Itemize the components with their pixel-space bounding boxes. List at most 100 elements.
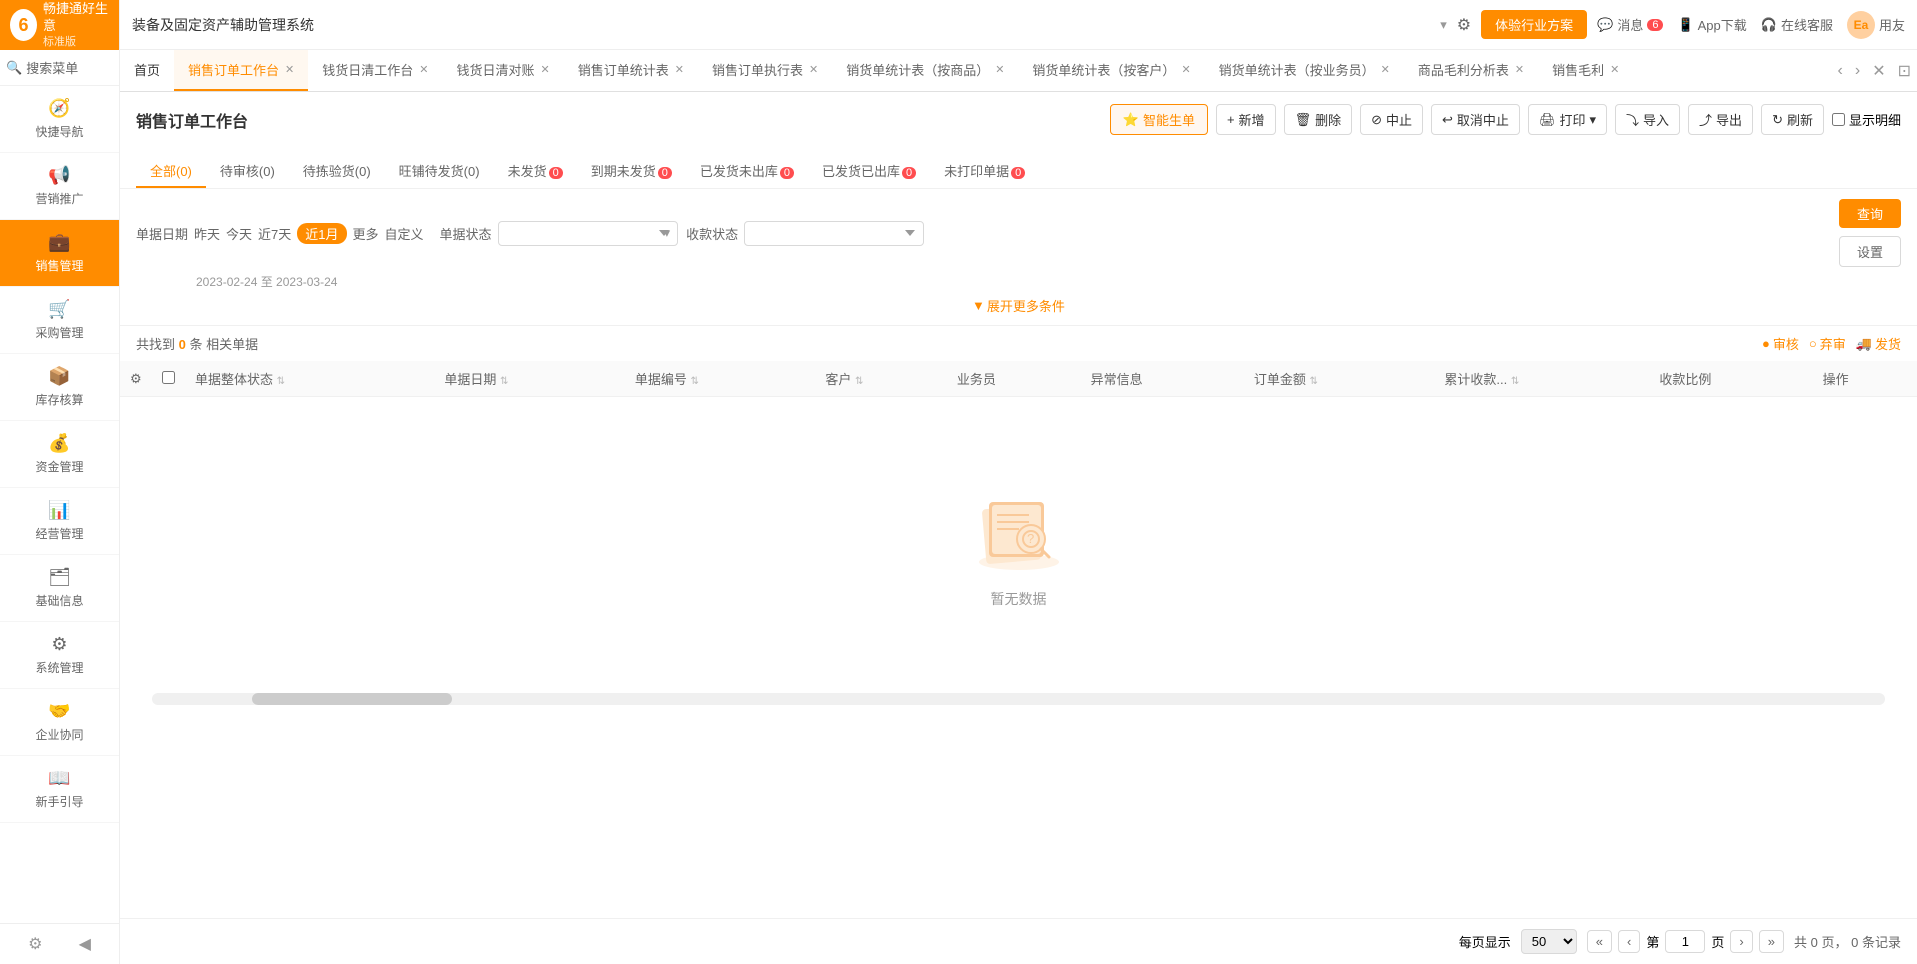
prev-page-btn[interactable]: ‹ [1618,930,1640,953]
tab-staff-stats[interactable]: 销货单统计表（按业务员）✕ [1205,50,1404,91]
col-settings[interactable]: ⚙ [120,361,152,397]
sidebar-item-inventory[interactable]: 📦 库存核算 [0,354,119,421]
tabs-scroll-right[interactable]: › [1849,62,1866,80]
tab-close-profit-analysis[interactable]: ✕ [1515,63,1524,76]
result-count: 0 [179,337,186,352]
col-checkbox[interactable] [152,361,185,397]
sidebar-item-system[interactable]: ⚙ 系统管理 [0,622,119,689]
print-btn[interactable]: 🖨 打印 ▾ [1528,104,1607,135]
tab-close-sales-profit[interactable]: ✕ [1610,63,1619,76]
sidebar-item-enterprise[interactable]: 🤝 企业协同 [0,689,119,756]
date-shortcut-更多[interactable]: 更多 [353,224,379,243]
collapse-icon[interactable]: ◀ [79,934,91,954]
query-btn[interactable]: 查询 [1839,199,1901,228]
tab-sales-exec[interactable]: 销售订单执行表✕ [698,50,832,91]
sub-tab-2[interactable]: 待拣验货(0) [289,155,385,188]
expand-filter-btn[interactable]: ▼ 展开更多条件 [972,296,1065,315]
topbar-settings-icon[interactable]: ⚙ [1457,15,1471,35]
last-page-btn[interactable]: » [1759,930,1784,953]
tab-close-cash-clear[interactable]: ✕ [419,63,428,76]
dropdown-arrow[interactable]: ▾ [1440,17,1447,33]
sidebar-item-operations[interactable]: 📊 经营管理 [0,488,119,555]
sub-tab-0[interactable]: 全部(0) [136,155,206,188]
date-shortcut-昨天[interactable]: 昨天 [194,224,220,243]
horizontal-scrollbar[interactable] [152,693,1885,705]
sort-icon[interactable]: ⇅ [277,376,285,387]
tab-close-sales-workbench[interactable]: ✕ [285,63,294,76]
select-all-checkbox[interactable] [162,371,175,384]
first-page-btn[interactable]: « [1587,930,1612,953]
sub-tab-1[interactable]: 待审核(0) [206,155,289,188]
tab-close-cash-reconcile[interactable]: ✕ [541,63,550,76]
online-service-action[interactable]: 🎧 在线客服 [1761,15,1833,34]
add-btn[interactable]: + 新增 [1216,104,1276,135]
tab-goods-stats[interactable]: 销货单统计表（按商品）✕ [832,50,1018,91]
plus-icon: + [1227,112,1235,127]
tab-close-goods-stats[interactable]: ✕ [995,63,1004,76]
tabs-scroll-left[interactable]: ‹ [1832,62,1849,80]
page-size-select[interactable]: 10 20 50 100 [1521,929,1577,954]
delete-btn[interactable]: 🗑 删除 [1284,104,1353,135]
next-page-btn[interactable]: › [1730,930,1752,953]
tabs-close-all[interactable]: ✕ [1866,61,1891,81]
tab-sales-stats[interactable]: 销售订单统计表✕ [564,50,698,91]
smart-btn[interactable]: ⭐ 智能生单 [1110,104,1208,135]
date-shortcut-自定义[interactable]: 自定义 [385,224,424,243]
payment-select[interactable] [744,221,924,246]
sort-icon-date[interactable]: ⇅ [500,376,508,387]
tab-close-staff-stats[interactable]: ✕ [1381,63,1390,76]
sort-icon-amount[interactable]: ⇅ [1310,376,1318,387]
date-shortcut-近7天[interactable]: 近7天 [258,224,291,243]
sidebar-search[interactable]: 🔍 搜索菜单 [0,50,119,86]
solution-btn[interactable]: 体验行业方案 [1481,10,1587,39]
sidebar-item-purchase[interactable]: 🛒 采购管理 [0,287,119,354]
status-select[interactable] [498,221,678,246]
sidebar-label-sales: 销售管理 [35,257,83,274]
sub-tab-8[interactable]: 未打印单据0 [930,155,1039,188]
tab-sales-workbench[interactable]: 销售订单工作台✕ [174,50,308,91]
show-detail-label[interactable]: 显示明细 [1832,110,1901,129]
date-shortcut-今天[interactable]: 今天 [226,224,252,243]
tab-close-customer-stats[interactable]: ✕ [1181,63,1190,76]
sort-icon-customer[interactable]: ⇅ [855,376,863,387]
import-btn[interactable]: ⤵ 导入 [1615,104,1680,135]
sub-tab-4[interactable]: 未发货0 [494,155,577,188]
sidebar-item-quick-nav[interactable]: 🧭 快捷导航 [0,86,119,153]
sidebar-item-finance[interactable]: 💰 资金管理 [0,421,119,488]
tab-cash-clear[interactable]: 钱货日清工作台✕ [308,50,442,91]
refresh-btn[interactable]: ↻ 刷新 [1761,104,1824,135]
sidebar-item-guide[interactable]: 📖 新手引导 [0,756,119,823]
tab-sales-profit[interactable]: 销售毛利✕ [1538,50,1633,91]
stop-btn[interactable]: ⊘ 中止 [1360,104,1423,135]
date-shortcut-近1月[interactable]: 近1月 [297,223,346,244]
tab-cash-reconcile[interactable]: 钱货日清对账✕ [442,50,563,91]
export-btn[interactable]: ⤴ 导出 [1688,104,1753,135]
sidebar-item-sales[interactable]: 💼 销售管理 [0,220,119,287]
tab-close-sales-exec[interactable]: ✕ [809,63,818,76]
user-action[interactable]: Ea 用友 [1847,11,1905,39]
tab-customer-stats[interactable]: 销货单统计表（按客户）✕ [1018,50,1204,91]
tab-close-sales-stats[interactable]: ✕ [675,63,684,76]
sort-icon-collected[interactable]: ⇅ [1511,376,1519,387]
sub-tab-5[interactable]: 到期未发货0 [577,155,686,188]
tab-profit-analysis[interactable]: 商品毛利分析表✕ [1404,50,1538,91]
filter-settings-btn[interactable]: 设置 [1839,236,1901,267]
page-number-input[interactable] [1665,930,1705,953]
sidebar-item-marketing[interactable]: 📢 营销推广 [0,153,119,220]
app-download-action[interactable]: 📱 App下载 [1677,15,1746,34]
tabs-maximize[interactable]: ⊡ [1892,61,1917,81]
tab-home[interactable]: 首页 [120,50,174,91]
review-btn[interactable]: ● 审核 [1762,334,1799,353]
sub-tab-3[interactable]: 旺铺待发货(0) [385,155,494,188]
message-action[interactable]: 💬 消息 6 [1597,15,1663,34]
sub-tab-7[interactable]: 已发货已出库0 [808,155,930,188]
system-title: 装备及固定资产辅助管理系统 [132,15,1430,35]
cancel-stop-btn[interactable]: ↩ 取消中止 [1431,104,1520,135]
sort-icon-number[interactable]: ⇅ [691,376,699,387]
sidebar-item-base-info[interactable]: 🗂 基础信息 [0,555,119,622]
ship-btn[interactable]: 🚚 发货 [1856,334,1901,353]
show-detail-checkbox[interactable] [1832,113,1845,126]
abandon-review-btn[interactable]: ○ 弃审 [1809,334,1846,353]
settings-icon[interactable]: ⚙ [28,934,42,954]
sub-tab-6[interactable]: 已发货未出库0 [686,155,808,188]
